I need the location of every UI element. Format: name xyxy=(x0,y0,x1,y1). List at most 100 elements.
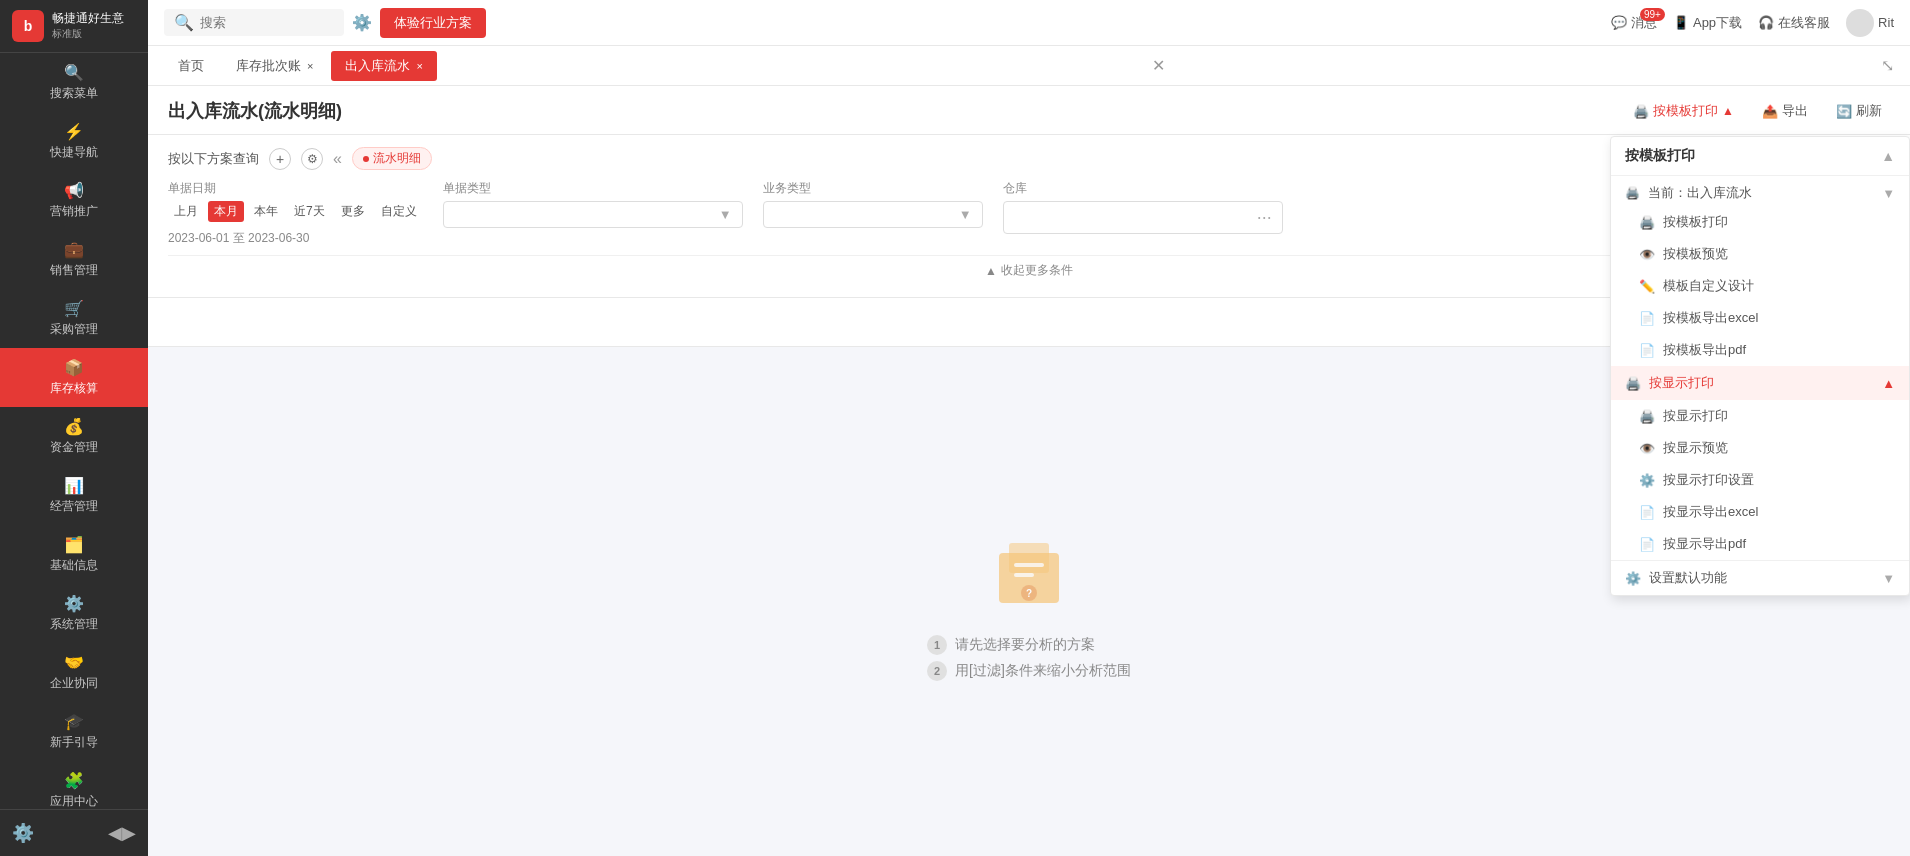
warehouse-field: 仓库 ··· xyxy=(1003,180,1283,234)
search-input[interactable] xyxy=(200,15,320,30)
sidebar-item-system[interactable]: ⚙️ 系统管理 xyxy=(0,584,148,643)
date-quick-btns: 上月 本月 本年 近7天 更多 自定义 xyxy=(168,201,423,222)
sidebar-item-sales[interactable]: 💼 销售管理 xyxy=(0,230,148,289)
sidebar-item-finance[interactable]: 💰 资金管理 xyxy=(0,407,148,466)
dp-footer-label: 设置默认功能 xyxy=(1649,569,1727,587)
date-btn-more[interactable]: 更多 xyxy=(335,201,371,222)
voucher-type-select[interactable]: ▼ xyxy=(443,201,743,228)
dp-item-display-excel[interactable]: 📄 按显示导出excel xyxy=(1611,496,1909,528)
dp-item-template-print[interactable]: 🖨️ 按模板打印 xyxy=(1611,206,1909,238)
dp-current-label: 当前：出入库流水 xyxy=(1648,184,1752,202)
dp-item-display-preview[interactable]: 👁️ 按显示预览 xyxy=(1611,432,1909,464)
filter-tag-label: 流水明细 xyxy=(373,150,421,167)
tab-home-label: 首页 xyxy=(178,57,204,75)
user-profile[interactable]: Rit xyxy=(1846,9,1894,37)
sidebar-item-basic[interactable]: 🗂️ 基础信息 xyxy=(0,525,148,584)
sidebar-item-label: 经营管理 xyxy=(50,498,98,515)
dp-item-template-custom[interactable]: ✏️ 模板自定义设计 xyxy=(1611,270,1909,302)
dp-section2-active[interactable]: 🖨️ 按显示打印 ▲ xyxy=(1611,366,1909,400)
refresh-btn[interactable]: 🔄 刷新 xyxy=(1828,98,1890,124)
empty-step-1: 1 请先选择要分析的方案 xyxy=(927,635,1131,655)
dp-item-label: 按模板打印 xyxy=(1663,213,1728,231)
collapse-label: 收起更多条件 xyxy=(1001,262,1073,279)
dp-item-template-excel[interactable]: 📄 按模板导出excel xyxy=(1611,302,1909,334)
app-download-btn[interactable]: 📱 App下载 xyxy=(1673,14,1742,32)
voucher-type-field: 单据类型 ▼ xyxy=(443,180,743,228)
chevron-up-icon2: ▲ xyxy=(985,264,997,278)
dp-close-chevron[interactable]: ▲ xyxy=(1881,148,1895,164)
message-btn[interactable]: 💬 消息 99+ xyxy=(1611,14,1657,32)
export-btn[interactable]: 📤 导出 xyxy=(1754,98,1816,124)
system-icon: ⚙️ xyxy=(64,594,84,613)
tab-batch-close[interactable]: × xyxy=(307,60,313,72)
online-service-btn[interactable]: 🎧 在线客服 xyxy=(1758,14,1830,32)
tab-flow-close[interactable]: × xyxy=(416,60,422,72)
print-template-btn[interactable]: 🖨️ 按模板打印 ▲ xyxy=(1625,98,1742,124)
business-type-field: 业务类型 ▼ xyxy=(763,180,983,228)
current-icon: 🖨️ xyxy=(1625,186,1640,200)
dp-item-template-pdf[interactable]: 📄 按模板导出pdf xyxy=(1611,334,1909,366)
sidebar-item-operation[interactable]: 📊 经营管理 xyxy=(0,466,148,525)
sidebar-item-label: 快捷导航 xyxy=(50,144,98,161)
expand-btn[interactable]: ⤡ xyxy=(1881,56,1894,75)
tab-flow[interactable]: 出入库流水 × xyxy=(331,51,436,81)
business-type-select[interactable]: ▼ xyxy=(763,201,983,228)
sidebar-item-inventory[interactable]: 📦 库存核算 xyxy=(0,348,148,407)
step-1-text: 请先选择要分析的方案 xyxy=(955,636,1095,654)
dp-current-chevron: ▼ xyxy=(1882,186,1895,201)
filter-add-btn[interactable]: + xyxy=(269,148,291,170)
dp-item-label: 模板自定义设计 xyxy=(1663,277,1754,295)
empty-steps: 1 请先选择要分析的方案 2 用[过滤]条件来缩小分析范围 xyxy=(927,635,1131,681)
sidebar-item-guide[interactable]: 🎓 新手引导 xyxy=(0,702,148,761)
sidebar-item-marketing[interactable]: 📢 营销推广 xyxy=(0,171,148,230)
tab-home[interactable]: 首页 xyxy=(164,51,218,81)
svg-rect-3 xyxy=(1014,573,1034,577)
date-btn-7days[interactable]: 近7天 xyxy=(288,201,331,222)
date-btn-custom[interactable]: 自定义 xyxy=(375,201,423,222)
content-area: 出入库流水(流水明细) 🖨️ 按模板打印 ▲ 📤 导出 🔄 刷新 xyxy=(148,86,1910,856)
warehouse-select[interactable]: ··· xyxy=(1003,201,1283,234)
dp-item-icon: 👁️ xyxy=(1639,441,1655,456)
dp-footer-chevron: ▼ xyxy=(1882,571,1895,586)
filter-settings-btn[interactable]: ⚙ xyxy=(301,148,323,170)
more-options-icon[interactable]: ··· xyxy=(1257,207,1272,228)
refresh-icon: 🔄 xyxy=(1836,104,1852,119)
logo-icon: b xyxy=(12,10,44,42)
dp-item-display-settings[interactable]: ⚙️ 按显示打印设置 xyxy=(1611,464,1909,496)
sidebar-item-quick-nav[interactable]: ⚡ 快捷导航 xyxy=(0,112,148,171)
dp-item-display-print[interactable]: 🖨️ 按显示打印 xyxy=(1611,400,1909,432)
dp-title: 按模板打印 xyxy=(1625,147,1695,165)
sidebar-item-coop[interactable]: 🤝 企业协同 xyxy=(0,643,148,702)
basic-icon: 🗂️ xyxy=(64,535,84,554)
filter-collapse-icon[interactable]: « xyxy=(333,150,342,168)
date-btn-this-month[interactable]: 本月 xyxy=(208,201,244,222)
dp-item-template-preview[interactable]: 👁️ 按模板预览 xyxy=(1611,238,1909,270)
dp-footer-settings[interactable]: ⚙️ 设置默认功能 ▼ xyxy=(1611,560,1909,595)
sidebar-item-search[interactable]: 🔍 搜索菜单 xyxy=(0,53,148,112)
collapse-icon[interactable]: ◀▶ xyxy=(108,822,136,844)
date-btn-this-year[interactable]: 本年 xyxy=(248,201,284,222)
trial-button[interactable]: 体验行业方案 xyxy=(380,8,486,38)
empty-illustration: ? xyxy=(979,523,1079,623)
filter-label: 按以下方案查询 xyxy=(168,150,259,168)
date-btn-last-month[interactable]: 上月 xyxy=(168,201,204,222)
tab-batch[interactable]: 库存批次账 × xyxy=(222,51,327,81)
dp-item-label: 按模板导出excel xyxy=(1663,309,1758,327)
svg-rect-1 xyxy=(1009,543,1049,573)
filter-tag[interactable]: 流水明细 xyxy=(352,147,432,170)
dp-item-icon: 👁️ xyxy=(1639,247,1655,262)
chevron-up-icon: ▲ xyxy=(1722,104,1734,118)
settings-icon[interactable]: ⚙️ xyxy=(12,822,34,844)
sales-icon: 💼 xyxy=(64,240,84,259)
topbar-search-box[interactable]: 🔍 xyxy=(164,9,344,36)
tag-dot xyxy=(363,156,369,162)
sidebar-item-purchase[interactable]: 🛒 采购管理 xyxy=(0,289,148,348)
search-icon: 🔍 xyxy=(64,63,84,82)
coop-icon: 🤝 xyxy=(64,653,84,672)
gear-icon[interactable]: ⚙️ xyxy=(352,13,372,32)
dp-footer-icon: ⚙️ xyxy=(1625,571,1641,586)
dp-item-icon: 📄 xyxy=(1639,311,1655,326)
close-all-btn[interactable]: ✕ xyxy=(1152,56,1165,75)
sidebar-item-app-center[interactable]: 🧩 应用中心 xyxy=(0,761,148,809)
dp-item-display-pdf[interactable]: 📄 按显示导出pdf xyxy=(1611,528,1909,560)
